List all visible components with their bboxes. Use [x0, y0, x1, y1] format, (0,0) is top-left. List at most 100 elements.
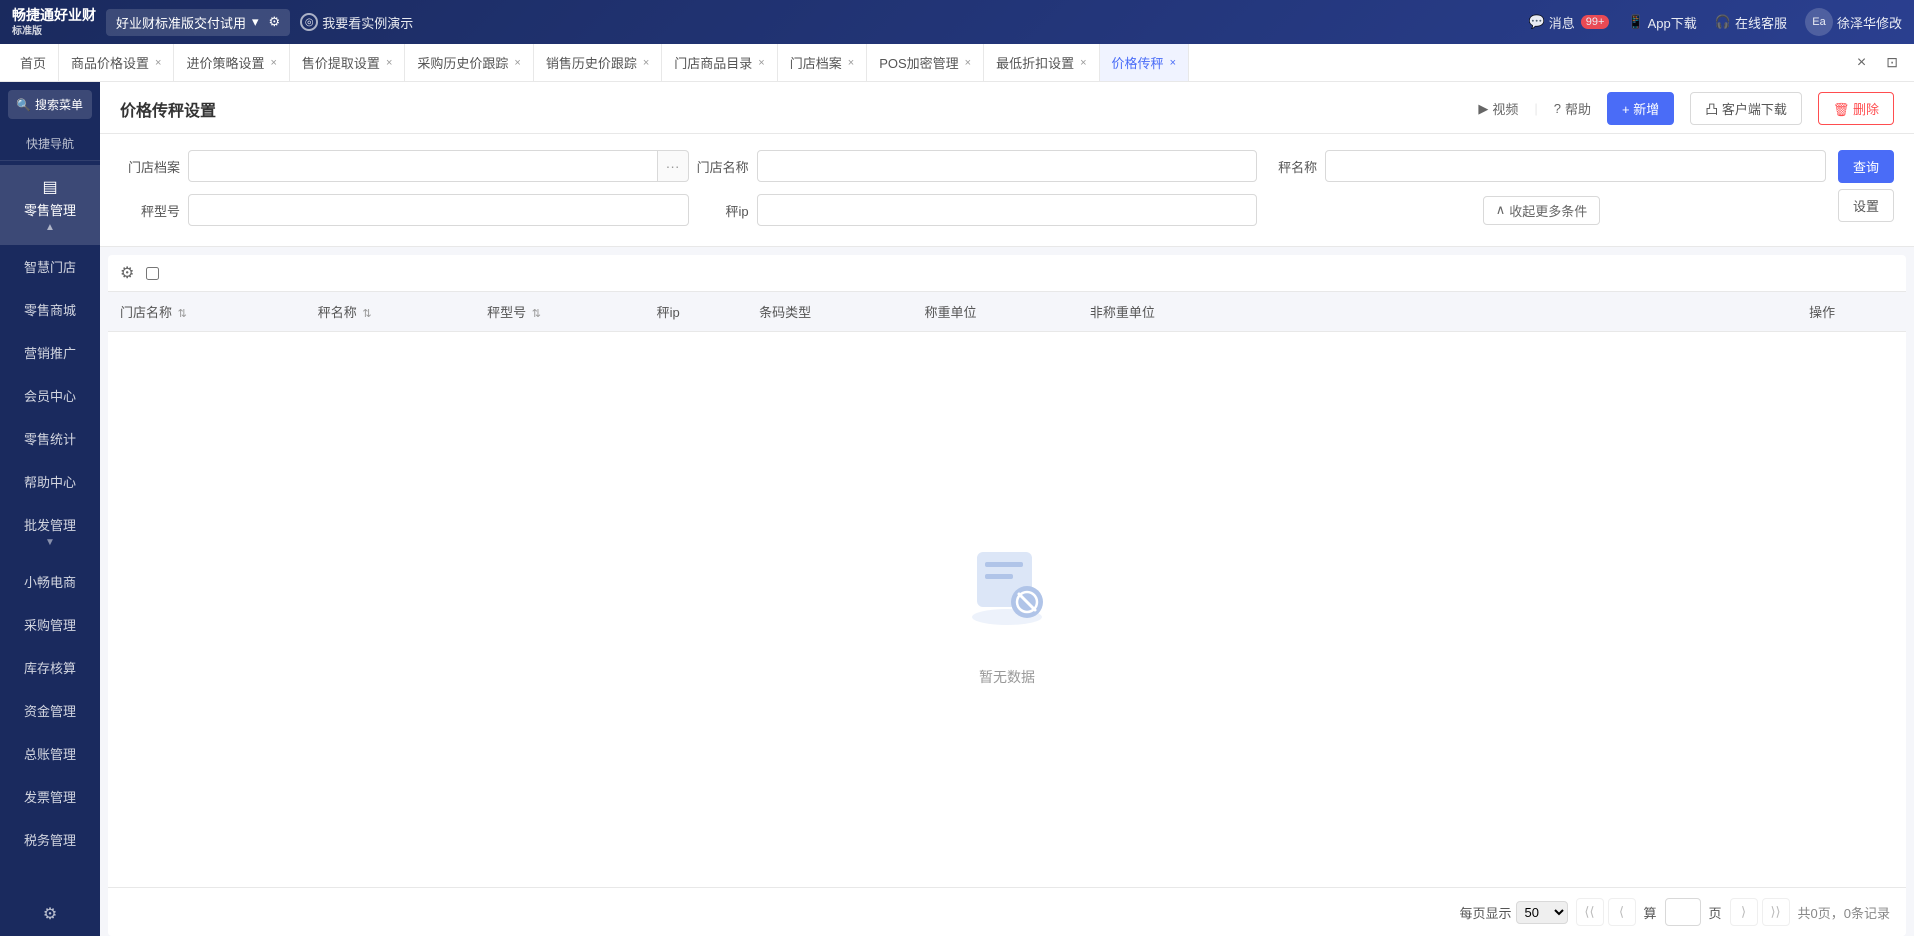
- page-size-select: 每页显示 50 100 200: [1459, 901, 1567, 924]
- tab-sales-history[interactable]: 销售历史价跟踪 ×: [534, 44, 662, 82]
- sort-scale-name-icon[interactable]: ⇅: [362, 308, 371, 320]
- scale-ip-input[interactable]: [757, 194, 1258, 226]
- close-tab-purchase-strategy[interactable]: ×: [270, 57, 276, 69]
- sidebar-item-ecommerce[interactable]: 小畅电商: [0, 560, 100, 603]
- sidebar-item-online-store[interactable]: 零售商城: [0, 288, 100, 331]
- close-tab-purchase-history[interactable]: ×: [514, 57, 520, 69]
- page-size-dropdown[interactable]: 50 100 200: [1516, 901, 1568, 924]
- sidebar-item-purchase[interactable]: 采购管理: [0, 603, 100, 646]
- search-icon: 🔍: [16, 98, 31, 112]
- restore-tabs-button[interactable]: ⊡: [1878, 50, 1906, 75]
- close-tab-price-settings[interactable]: ×: [155, 57, 161, 69]
- close-tab-store-profile[interactable]: ×: [848, 57, 854, 69]
- close-tab-sale-price[interactable]: ×: [386, 57, 392, 69]
- version-selector[interactable]: 好业财标准版交付试用 ▾ ⚙: [106, 9, 290, 36]
- download-button[interactable]: 凸 客户端下载: [1690, 92, 1802, 125]
- chevron-down-icon: ▾: [252, 14, 259, 30]
- sidebar-settings-icon[interactable]: ⚙: [43, 906, 57, 923]
- close-tab-sales-history[interactable]: ×: [643, 57, 649, 69]
- store-name-input[interactable]: [757, 150, 1258, 182]
- last-page-button[interactable]: ⟩⟩: [1762, 898, 1790, 926]
- main-content: 价格传秤设置 ▶ 视频 | ? 帮助 + 新增 凸 客户端下载 🗑 删除: [100, 82, 1914, 936]
- tab-home[interactable]: 首页: [8, 44, 59, 82]
- sidebar-item-inventory[interactable]: 库存核算: [0, 646, 100, 689]
- sidebar-item-tax[interactable]: 税务管理: [0, 818, 100, 861]
- online-service-button[interactable]: 🎧 在线客服: [1715, 13, 1787, 32]
- add-button[interactable]: + 新增: [1607, 92, 1674, 125]
- sidebar: 🔍 搜索菜单 快捷导航 ▤ 零售管理 ▲ 智慧门店 零售商城 营销推广 会员中心…: [0, 82, 100, 936]
- sort-scale-model-icon[interactable]: ⇅: [532, 308, 541, 320]
- sidebar-item-invoice[interactable]: 发票管理: [0, 775, 100, 818]
- chevron-down-icon: ▼: [45, 537, 55, 548]
- sidebar-item-ledger[interactable]: 总账管理: [0, 732, 100, 775]
- table-settings-icon[interactable]: ⚙: [120, 263, 134, 283]
- sidebar-item-finance[interactable]: 资金管理: [0, 689, 100, 732]
- chevron-up-icon: ▲: [45, 222, 55, 233]
- top-bar-right: 💬 消息 99+ 📱 App下载 🎧 在线客服 Ea 徐泽华修改: [1529, 8, 1902, 36]
- user-menu[interactable]: Ea 徐泽华修改: [1805, 8, 1902, 36]
- app-download-button[interactable]: 📱 App下载: [1627, 13, 1696, 32]
- close-tab-pos-management[interactable]: ×: [965, 57, 971, 69]
- scale-name-label: 秤名称: [1257, 157, 1317, 176]
- sidebar-quicknav[interactable]: 快捷导航: [0, 127, 100, 161]
- tab-min-discount[interactable]: 最低折扣设置 ×: [984, 44, 1099, 82]
- top-bar: 畅捷通好业财 标准版 好业财标准版交付试用 ▾ ⚙ ◎ 我要看实例演示 💬 消息…: [0, 0, 1914, 44]
- sidebar-search[interactable]: 🔍 搜索菜单: [8, 90, 92, 119]
- tab-sale-price[interactable]: 售价提取设置 ×: [290, 44, 405, 82]
- sidebar-item-retail[interactable]: ▤ 零售管理 ▲: [0, 165, 100, 245]
- video-link[interactable]: ▶ 视频: [1478, 99, 1518, 118]
- scale-model-label: 秤型号: [120, 201, 180, 220]
- sidebar-item-member[interactable]: 会员中心: [0, 374, 100, 417]
- close-all-tabs-button[interactable]: ×: [1849, 50, 1874, 76]
- sort-store-name-icon[interactable]: ⇅: [178, 308, 187, 320]
- demo-link[interactable]: ◎ 我要看实例演示: [300, 13, 413, 32]
- page-header-actions: ▶ 视频 | ? 帮助 + 新增 凸 客户端下载 🗑 删除: [1478, 92, 1894, 125]
- filter-collapse-area: ∧ 收起更多条件: [1257, 196, 1826, 225]
- page-number-input[interactable]: 1: [1665, 898, 1701, 926]
- settings-button[interactable]: 设置: [1838, 189, 1894, 222]
- demo-icon: ◎: [300, 13, 318, 31]
- settings-icon[interactable]: ⚙: [269, 14, 281, 30]
- close-tab-store-catalog[interactable]: ×: [758, 57, 764, 69]
- select-all-checkbox[interactable]: [146, 267, 159, 280]
- tab-store-catalog[interactable]: 门店商品目录 ×: [662, 44, 777, 82]
- query-btn-group: 查询 设置: [1838, 150, 1894, 222]
- filter-collapse-btn[interactable]: ∧ 收起更多条件: [1483, 196, 1601, 225]
- prev-page-button[interactable]: ⟨: [1608, 898, 1636, 926]
- scale-model-input[interactable]: [188, 194, 689, 226]
- close-tab-price-scale[interactable]: ×: [1170, 57, 1176, 69]
- store-profile-expand-btn[interactable]: ···: [658, 150, 689, 182]
- tab-controls: × ⊡: [1849, 50, 1906, 76]
- filter-area: 门店档案 ··· 门店名称 秤名称: [100, 134, 1914, 247]
- tab-price-settings[interactable]: 商品价格设置 ×: [59, 44, 174, 82]
- empty-illustration: [957, 532, 1057, 651]
- tab-purchase-history[interactable]: 采购历史价跟踪 ×: [405, 44, 533, 82]
- tab-store-profile[interactable]: 门店档案 ×: [778, 44, 867, 82]
- tab-price-scale[interactable]: 价格传秤 ×: [1100, 44, 1189, 82]
- page-header: 价格传秤设置 ▶ 视频 | ? 帮助 + 新增 凸 客户端下载 🗑 删除: [100, 82, 1914, 134]
- table-header-row: 门店名称 ⇅ 秤名称 ⇅ 秤型号 ⇅ 秤ip: [108, 292, 1906, 332]
- scale-name-input[interactable]: [1325, 150, 1826, 182]
- sidebar-item-smart-store[interactable]: 智慧门店: [0, 245, 100, 288]
- tab-pos-management[interactable]: POS加密管理 ×: [867, 44, 984, 82]
- sidebar-item-wholesale[interactable]: 批发管理 ▼: [0, 503, 100, 560]
- first-page-button[interactable]: ⟨⟨: [1576, 898, 1604, 926]
- chevron-up-icon-small: ∧: [1496, 202, 1506, 218]
- table-area: ⚙ 门店名称 ⇅ 秤名称 ⇅ 秤型号: [108, 255, 1906, 936]
- table-toolbar: ⚙: [108, 255, 1906, 292]
- next-page-button[interactable]: ⟩: [1730, 898, 1758, 926]
- close-tab-min-discount[interactable]: ×: [1080, 57, 1086, 69]
- messages-button[interactable]: 💬 消息 99+: [1529, 13, 1610, 32]
- sidebar-item-help[interactable]: 帮助中心: [0, 460, 100, 503]
- query-button[interactable]: 查询: [1838, 150, 1894, 183]
- sidebar-item-marketing[interactable]: 营销推广: [0, 331, 100, 374]
- headset-icon: 🎧: [1715, 14, 1731, 30]
- store-profile-input[interactable]: [188, 150, 658, 182]
- sidebar-item-retail-stats[interactable]: 零售统计: [0, 417, 100, 460]
- filter-scale-ip: 秤ip: [689, 194, 1258, 226]
- tab-purchase-strategy[interactable]: 进价策略设置 ×: [174, 44, 289, 82]
- col-scale-name: 秤名称 ⇅: [306, 292, 475, 332]
- help-link[interactable]: ? 帮助: [1554, 99, 1591, 118]
- col-non-weight-unit: 非称重单位: [1078, 292, 1797, 332]
- delete-button[interactable]: 🗑 删除: [1818, 92, 1894, 125]
